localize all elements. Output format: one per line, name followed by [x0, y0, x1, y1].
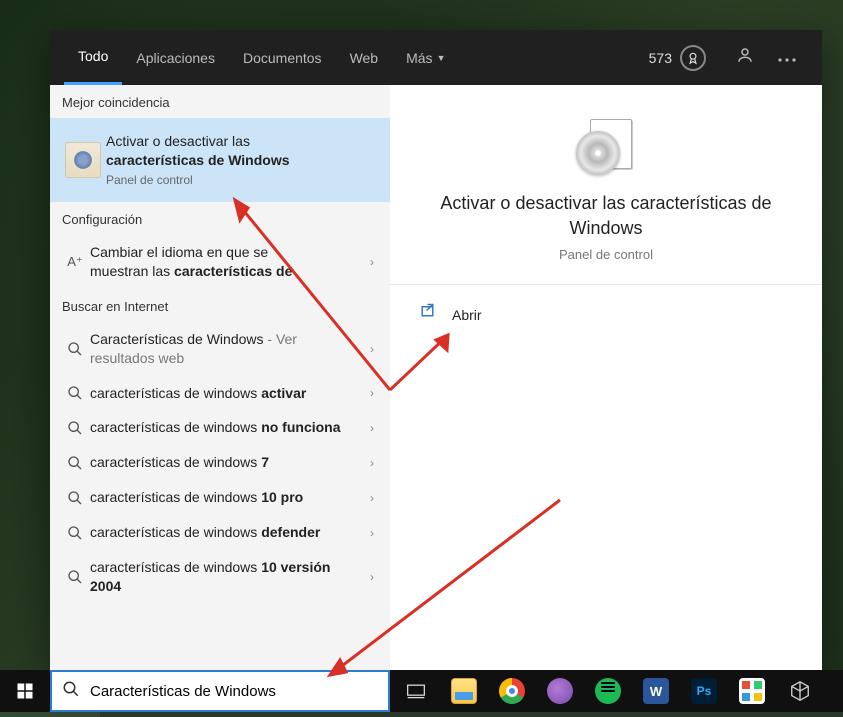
settings-result-language[interactable]: A⁺ Cambiar el idioma en que se muestran … — [50, 235, 390, 289]
search-icon — [67, 455, 83, 471]
search-input[interactable] — [90, 672, 388, 710]
firefox-icon[interactable] — [536, 670, 584, 712]
program-disc-icon — [576, 115, 636, 175]
tab-apps[interactable]: Aplicaciones — [122, 30, 229, 85]
search-icon — [67, 490, 83, 506]
control-panel-icon — [65, 142, 101, 178]
section-settings: Configuración — [50, 202, 390, 235]
search-icon — [67, 385, 83, 401]
tab-documents[interactable]: Documentos — [229, 30, 336, 85]
result-preview-pane: Activar o desactivar las características… — [390, 85, 822, 670]
chevron-right-icon: › — [364, 421, 380, 435]
web-result-0[interactable]: Características de Windows - Ver resulta… — [50, 322, 390, 376]
file-explorer-icon[interactable] — [440, 670, 488, 712]
best-match-result[interactable]: Activar o desactivar las características… — [50, 118, 390, 202]
search-scope-tabs: Todo Aplicaciones Documentos Web Más▼ 57… — [50, 30, 822, 85]
taskbar-search-box[interactable] — [50, 670, 390, 712]
chevron-right-icon: › — [364, 491, 380, 505]
search-icon — [52, 680, 90, 703]
web-result-3[interactable]: características de windows 7 › — [50, 445, 390, 480]
web-result-5[interactable]: características de windows defender › — [50, 515, 390, 550]
preview-title: Activar o desactivar las características… — [390, 191, 822, 241]
section-search-web: Buscar en Internet — [50, 289, 390, 322]
search-icon — [67, 341, 83, 357]
web-result-4[interactable]: características de windows 10 pro › — [50, 480, 390, 515]
open-action[interactable]: Abrir — [390, 285, 822, 344]
search-icon — [67, 569, 83, 585]
account-icon[interactable] — [724, 46, 766, 69]
preview-subtitle: Panel de control — [559, 247, 653, 262]
chevron-right-icon: › — [364, 386, 380, 400]
results-list: Mejor coincidencia Activar o desactivar … — [50, 85, 390, 670]
chevron-right-icon: › — [364, 526, 380, 540]
chevron-down-icon: ▼ — [437, 53, 446, 63]
tab-more[interactable]: Más▼ — [392, 30, 459, 85]
web-result-2[interactable]: características de windows no funciona › — [50, 410, 390, 445]
spotify-icon[interactable] — [584, 670, 632, 712]
start-button[interactable] — [0, 670, 50, 712]
photoshop-icon[interactable]: Ps — [680, 670, 728, 712]
app-icon[interactable] — [728, 670, 776, 712]
open-icon — [420, 303, 438, 326]
chevron-right-icon: › — [364, 456, 380, 470]
section-best-match: Mejor coincidencia — [50, 85, 390, 118]
chrome-icon[interactable] — [488, 670, 536, 712]
language-icon: A⁺ — [67, 254, 83, 270]
ellipsis-icon[interactable] — [766, 49, 808, 67]
web-result-1[interactable]: características de windows activar › — [50, 376, 390, 411]
word-icon[interactable]: W — [632, 670, 680, 712]
cube-app-icon[interactable] — [776, 670, 824, 712]
chevron-right-icon: › — [364, 255, 380, 269]
web-result-6[interactable]: características de windows 10 versión 20… — [50, 550, 390, 604]
task-view-button[interactable] — [392, 670, 440, 712]
start-search-panel: Todo Aplicaciones Documentos Web Más▼ 57… — [50, 30, 822, 670]
search-icon — [67, 525, 83, 541]
chevron-right-icon: › — [364, 570, 380, 584]
tab-web[interactable]: Web — [336, 30, 393, 85]
rewards-points[interactable]: 573 — [649, 50, 672, 66]
search-icon — [67, 420, 83, 436]
taskbar-pinned-apps: W Ps — [392, 670, 824, 712]
tab-all[interactable]: Todo — [64, 30, 122, 85]
rewards-badge-icon[interactable] — [680, 45, 706, 71]
chevron-right-icon: › — [364, 342, 380, 356]
